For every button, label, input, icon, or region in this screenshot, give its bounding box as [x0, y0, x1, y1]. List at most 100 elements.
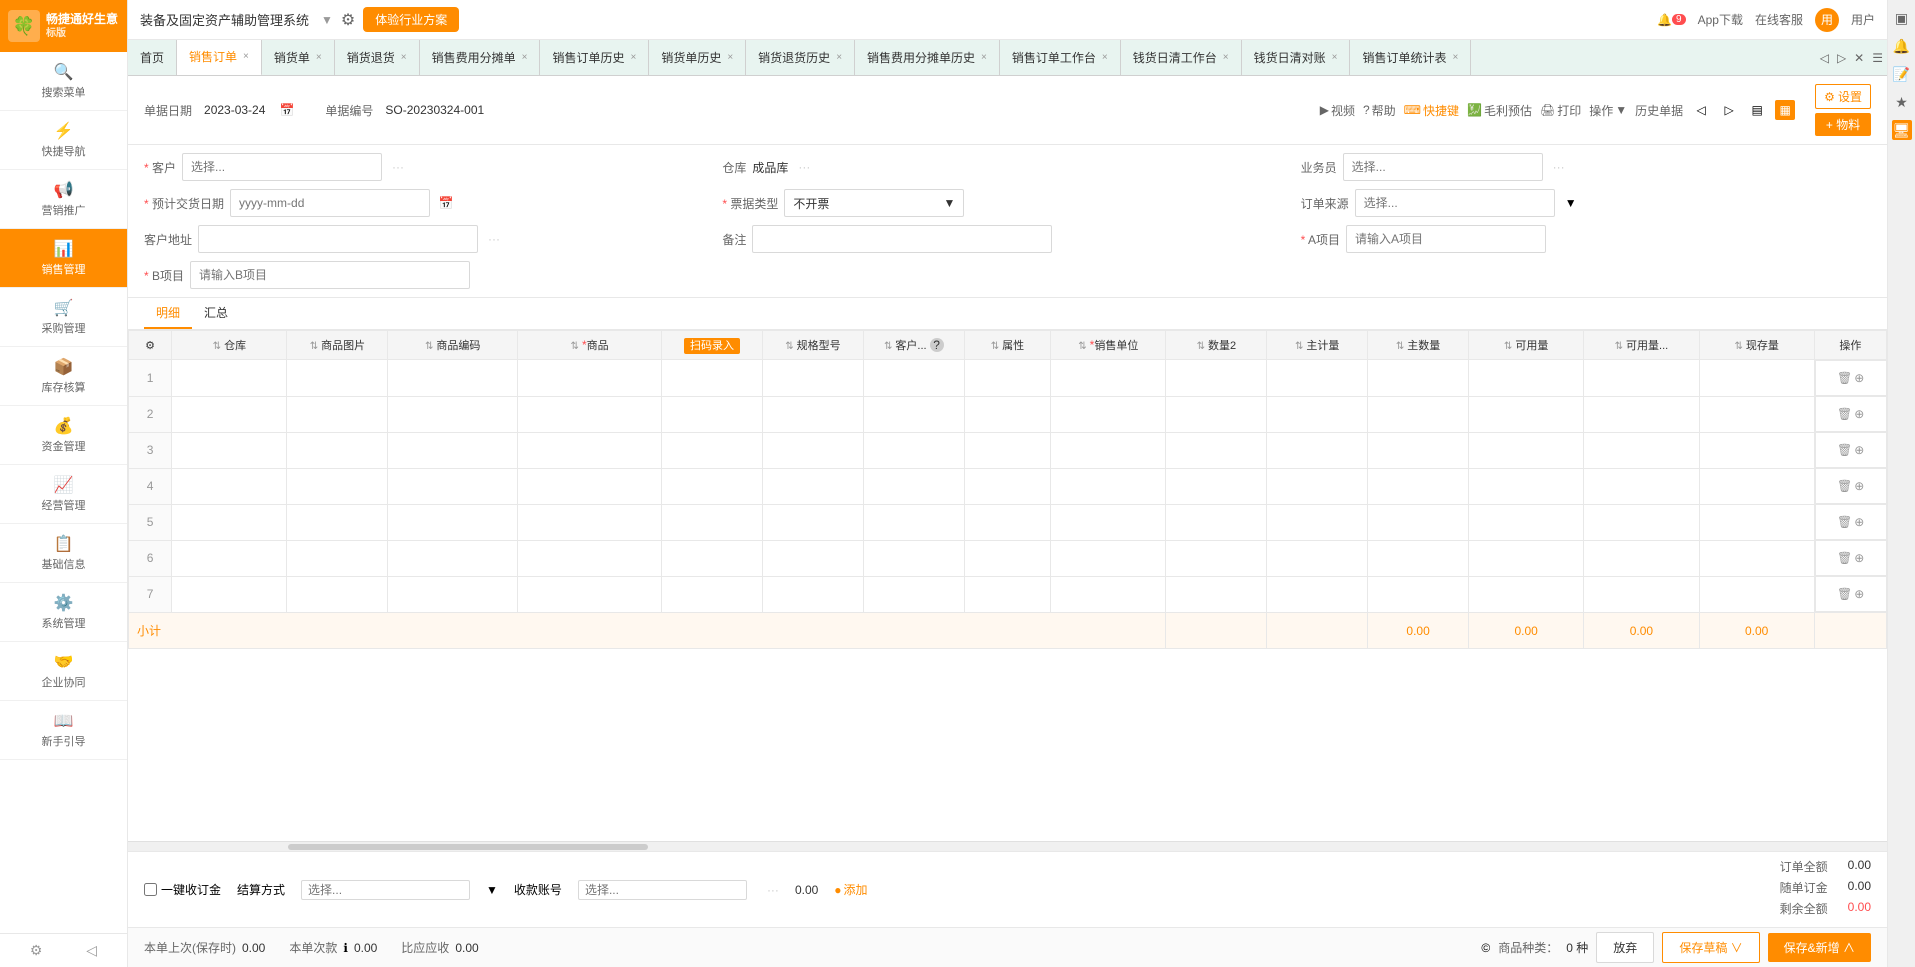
cell-stock-1[interactable] — [1699, 360, 1814, 397]
sidebar-item-营销推广[interactable]: 📢 营销推广 — [0, 170, 127, 229]
cell-scan-2[interactable] — [662, 396, 763, 432]
cell-warehouse-2[interactable] — [172, 396, 287, 432]
tab-close-3[interactable]: × — [401, 52, 407, 63]
customer-address-dots[interactable]: ··· — [488, 232, 500, 246]
cell-stock-4[interactable] — [1699, 468, 1814, 504]
sidebar-item-搜索菜单[interactable]: 🔍 搜索菜单 — [0, 52, 127, 111]
order-source-dropdown-icon[interactable]: ▼ — [1561, 193, 1581, 213]
delete-icon-3[interactable]: 🗑 — [1837, 443, 1852, 457]
cell-main-unit-6[interactable] — [1267, 540, 1368, 576]
cell-stock-3[interactable] — [1699, 432, 1814, 468]
one-click-label[interactable]: 一键收订金 — [144, 881, 221, 898]
topbar-settings-icon[interactable]: ⚙ — [341, 10, 355, 30]
cell-attr-4[interactable] — [964, 468, 1050, 504]
tab-close-10[interactable]: × — [1223, 52, 1229, 63]
th-settings[interactable]: ⚙ — [129, 331, 172, 360]
cell-qty2-6[interactable] — [1166, 540, 1267, 576]
cell-spec-3[interactable] — [762, 432, 863, 468]
salesperson-input[interactable] — [1343, 153, 1543, 181]
cell-available-1[interactable] — [1469, 360, 1584, 397]
rp-icon-5[interactable]: 🖥 — [1892, 120, 1912, 140]
cell-available-3[interactable] — [1469, 432, 1584, 468]
app-download-link[interactable]: App下载 — [1698, 11, 1743, 28]
cell-spec-6[interactable] — [762, 540, 863, 576]
sidebar-item-系统管理[interactable]: ⚙️ 系统管理 — [0, 583, 127, 642]
cell-attr-7[interactable] — [964, 576, 1050, 613]
cell-qty2-7[interactable] — [1166, 576, 1267, 613]
sidebar-collapse-icon[interactable]: ◁ — [86, 942, 97, 959]
tab-4[interactable]: 销售费用分摊单× — [420, 40, 541, 76]
cell-available2-4[interactable] — [1584, 468, 1699, 504]
cell-customer-code-2[interactable] — [863, 396, 964, 432]
cell-warehouse-6[interactable] — [172, 540, 287, 576]
table-view-icon[interactable]: ▦ — [1775, 100, 1795, 120]
solution-button[interactable]: 体验行业方案 — [363, 7, 459, 32]
copy-icon-6[interactable]: ⊕ — [1854, 551, 1864, 565]
cell-customer-code-3[interactable] — [863, 432, 964, 468]
cell-main-qty-7[interactable] — [1368, 576, 1469, 613]
cell-spec-7[interactable] — [762, 576, 863, 613]
salesperson-dots[interactable]: ··· — [1553, 160, 1565, 174]
cell-sales-unit-6[interactable] — [1051, 540, 1166, 576]
cell-product-4[interactable] — [518, 468, 662, 504]
cell-product-1[interactable] — [518, 360, 662, 397]
tab-3[interactable]: 销货退货× — [335, 40, 420, 76]
tab-1[interactable]: 销售订单× — [177, 40, 262, 76]
payment-method-dropdown-icon[interactable]: ▼ — [486, 883, 498, 897]
scrollbar-track[interactable] — [288, 844, 648, 850]
sidebar-item-经营管理[interactable]: 📈 经营管理 — [0, 465, 127, 524]
cell-customer-code-6[interactable] — [863, 540, 964, 576]
cell-qty2-4[interactable] — [1166, 468, 1267, 504]
add-material-btn[interactable]: + 物料 — [1815, 113, 1871, 136]
cell-product-img-1[interactable] — [287, 360, 388, 397]
nav-next-icon[interactable]: ▷ — [1719, 100, 1739, 120]
cell-warehouse-4[interactable] — [172, 468, 287, 504]
tab-6[interactable]: 销货单历史× — [649, 40, 746, 76]
cell-product-code-1[interactable] — [388, 360, 518, 397]
copy-icon-4[interactable]: ⊕ — [1854, 479, 1864, 493]
cell-customer-code-5[interactable] — [863, 504, 964, 540]
cell-available-2[interactable] — [1469, 396, 1584, 432]
tab-close-9[interactable]: × — [1102, 52, 1108, 63]
tab-5[interactable]: 销售订单历史× — [540, 40, 649, 76]
cell-main-unit-3[interactable] — [1267, 432, 1368, 468]
cell-attr-3[interactable] — [964, 432, 1050, 468]
cell-attr-5[interactable] — [964, 504, 1050, 540]
discard-button[interactable]: 放弃 — [1596, 932, 1654, 963]
tab-10[interactable]: 钱货日清工作台× — [1121, 40, 1242, 76]
add-button[interactable]: ● 添加 — [834, 881, 867, 898]
cell-attr-6[interactable] — [964, 540, 1050, 576]
cell-main-qty-5[interactable] — [1368, 504, 1469, 540]
calendar-icon[interactable]: 📅 — [277, 100, 297, 120]
scan-btn[interactable]: 扫码录入 — [684, 338, 740, 354]
tab-11[interactable]: 钱货日清对账× — [1242, 40, 1351, 76]
tab-close-all-icon[interactable]: ✕ — [1850, 51, 1868, 65]
sidebar-item-基础信息[interactable]: 📋 基础信息 — [0, 524, 127, 583]
tab-close-12[interactable]: × — [1452, 52, 1458, 63]
cell-warehouse-5[interactable] — [172, 504, 287, 540]
cell-stock-6[interactable] — [1699, 540, 1814, 576]
tab-close-7[interactable]: × — [836, 52, 842, 63]
cell-spec-4[interactable] — [762, 468, 863, 504]
cell-main-unit-4[interactable] — [1267, 468, 1368, 504]
sidebar-item-新手引导[interactable]: 📖 新手引导 — [0, 701, 127, 760]
cell-scan-3[interactable] — [662, 432, 763, 468]
help-btn[interactable]: ? 帮助 — [1363, 102, 1396, 119]
info-icon[interactable]: ℹ — [343, 941, 348, 955]
cell-stock-5[interactable] — [1699, 504, 1814, 540]
tab-7[interactable]: 销货退货历史× — [746, 40, 855, 76]
cell-scan-4[interactable] — [662, 468, 763, 504]
cell-qty2-5[interactable] — [1166, 504, 1267, 540]
cell-product-img-3[interactable] — [287, 432, 388, 468]
a-project-input[interactable] — [1346, 225, 1546, 253]
tab-close-8[interactable]: × — [981, 52, 987, 63]
copy-icon-2[interactable]: ⊕ — [1854, 407, 1864, 421]
cell-available-4[interactable] — [1469, 468, 1584, 504]
cell-stock-2[interactable] — [1699, 396, 1814, 432]
cell-product-img-7[interactable] — [287, 576, 388, 613]
tab-12[interactable]: 销售订单统计表× — [1350, 40, 1471, 76]
table-container[interactable]: ⚙ ⇅ 仓库 ⇅ 商品图片 ⇅ 商品编码 ⇅ *商品 扫码录入 ⇅ 规格型号 ⇅… — [128, 330, 1887, 841]
cell-available2-7[interactable] — [1584, 576, 1699, 613]
cell-sales-unit-2[interactable] — [1051, 396, 1166, 432]
expected-date-input[interactable] — [230, 189, 430, 217]
